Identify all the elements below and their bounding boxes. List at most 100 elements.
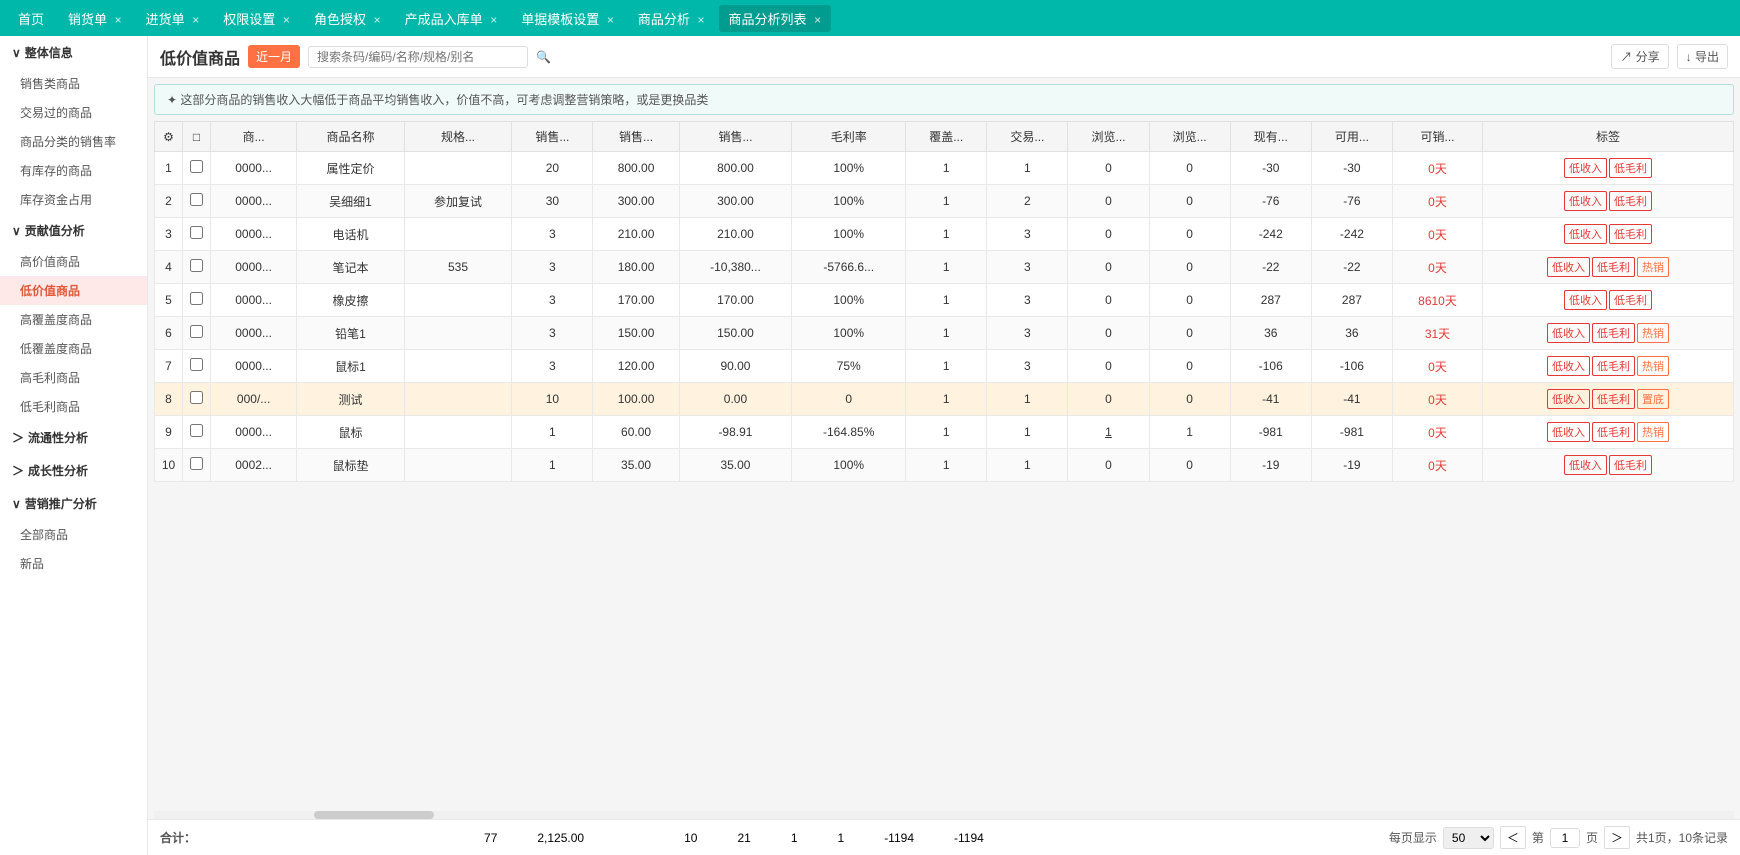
cell-browse1[interactable]: 0 [1068, 185, 1149, 218]
tag-低毛利: 低毛利 [1592, 356, 1635, 376]
close-product-inbound-icon[interactable]: × [490, 13, 497, 27]
cell-browse1[interactable]: 0 [1068, 152, 1149, 185]
cell-no: 5 [155, 284, 183, 317]
prev-page-button[interactable]: ＜ [1500, 826, 1526, 849]
nav-product-analysis[interactable]: 商品分析 × [628, 5, 715, 32]
sidebar-item-traded[interactable]: 交易过的商品 [0, 98, 147, 127]
cell-checkbox[interactable] [183, 317, 211, 350]
close-purchase-order-icon[interactable]: × [192, 13, 199, 27]
search-input[interactable] [308, 46, 528, 68]
browse-value: 0 [1105, 293, 1112, 307]
sidebar-item-sales-category[interactable]: 销售类商品 [0, 69, 147, 98]
cell-browse1[interactable]: 0 [1068, 317, 1149, 350]
sidebar-item-low-margin[interactable]: 低毛利商品 [0, 392, 147, 421]
sidebar-item-all-products[interactable]: 全部商品 [0, 520, 147, 549]
cell-checkbox[interactable] [183, 449, 211, 482]
cell-checkbox[interactable] [183, 251, 211, 284]
horizontal-scrollbar[interactable] [154, 811, 1734, 819]
nav-home[interactable]: 首页 [8, 5, 54, 32]
col-check-all[interactable]: □ [183, 122, 211, 152]
cell-checkbox[interactable] [183, 416, 211, 449]
cell-name: 鼠标垫 [297, 449, 405, 482]
scrollbar-thumb[interactable] [314, 811, 434, 819]
close-role-auth-icon[interactable]: × [374, 13, 381, 27]
cell-tags: 低收入低毛利热销 [1482, 350, 1733, 383]
filter-recent-month-button[interactable]: 近一月 [248, 45, 300, 68]
cell-spec: 535 [404, 251, 512, 284]
cell-days: 31天 [1393, 317, 1483, 350]
sidebar-section-liquidity[interactable]: ＞ 流通性分析 [0, 421, 147, 454]
cell-browse1[interactable]: 1 [1068, 416, 1149, 449]
browse-value: 0 [1105, 194, 1112, 208]
nav-product-analysis-list[interactable]: 商品分析列表 × [719, 5, 832, 32]
cell-checkbox[interactable] [183, 185, 211, 218]
cell-name: 吴细细1 [297, 185, 405, 218]
nav-template-settings[interactable]: 单据模板设置 × [511, 5, 624, 32]
table-row: 7 0000... 鼠标1 3 120.00 90.00 75% 1 3 0 0… [155, 350, 1734, 383]
nav-permissions[interactable]: 权限设置 × [213, 5, 300, 32]
sidebar-item-high-value[interactable]: 高价值商品 [0, 247, 147, 276]
close-permissions-icon[interactable]: × [283, 13, 290, 27]
cell-code: 0000... [211, 251, 297, 284]
tag-低毛利: 低毛利 [1609, 455, 1652, 475]
nav-product-inbound[interactable]: 产成品入库单 × [395, 5, 508, 32]
cell-s1: 3 [512, 284, 593, 317]
cell-no: 4 [155, 251, 183, 284]
cell-browse1[interactable]: 0 [1068, 284, 1149, 317]
cell-margin: 75% [792, 350, 906, 383]
sidebar-section-overall[interactable]: ∨ 整体信息 [0, 36, 147, 69]
sidebar-item-low-value[interactable]: 低价值商品 [0, 276, 147, 305]
search-icon[interactable]: 🔍 [536, 50, 551, 64]
sidebar-item-low-coverage[interactable]: 低覆盖度商品 [0, 334, 147, 363]
cell-browse1[interactable]: 0 [1068, 350, 1149, 383]
close-product-analysis-icon[interactable]: × [697, 13, 704, 27]
sidebar-item-in-stock[interactable]: 有库存的商品 [0, 156, 147, 185]
nav-purchase-order[interactable]: 进货单 × [136, 5, 210, 32]
browse-value: 0 [1105, 326, 1112, 340]
cell-days: 0天 [1393, 251, 1483, 284]
share-button[interactable]: ↗ 分享 [1611, 44, 1668, 69]
export-button[interactable]: ↓ 导出 [1677, 44, 1728, 69]
sidebar-item-new-products[interactable]: 新品 [0, 549, 147, 578]
page-number-input[interactable] [1550, 828, 1580, 848]
next-page-button[interactable]: ＞ [1604, 826, 1630, 849]
cell-browse1[interactable]: 0 [1068, 251, 1149, 284]
close-sales-order-icon[interactable]: × [115, 13, 122, 27]
sidebar-item-high-margin[interactable]: 高毛利商品 [0, 363, 147, 392]
cell-browse1[interactable]: 0 [1068, 383, 1149, 416]
cell-spec: 参加复试 [404, 185, 512, 218]
cell-stock1: -981 [1230, 416, 1311, 449]
close-template-settings-icon[interactable]: × [607, 13, 614, 27]
sidebar-item-category-sales-rate[interactable]: 商品分类的销售率 [0, 127, 147, 156]
cell-checkbox[interactable] [183, 284, 211, 317]
sidebar-item-high-coverage[interactable]: 高覆盖度商品 [0, 305, 147, 334]
cell-coverage: 1 [906, 284, 987, 317]
sidebar-section-marketing[interactable]: ∨ 营销推广分析 [0, 487, 147, 520]
sidebar-section-contribution[interactable]: ∨ 贡献值分析 [0, 214, 147, 247]
nav-role-auth[interactable]: 角色授权 × [304, 5, 391, 32]
cell-code: 000/... [211, 383, 297, 416]
cell-stock1: 36 [1230, 317, 1311, 350]
cell-stock1: -30 [1230, 152, 1311, 185]
nav-sales-order[interactable]: 销货单 × [58, 5, 132, 32]
browse-value[interactable]: 1 [1105, 425, 1112, 439]
sidebar-section-growth[interactable]: ＞ 成长性分析 [0, 454, 147, 487]
sidebar-section-marketing-label: 营销推广分析 [25, 495, 97, 512]
cell-checkbox[interactable] [183, 152, 211, 185]
cell-checkbox[interactable] [183, 350, 211, 383]
cell-checkbox[interactable] [183, 218, 211, 251]
per-page-select[interactable]: 50 100 [1443, 827, 1494, 849]
cell-browse1[interactable]: 0 [1068, 449, 1149, 482]
table-wrapper[interactable]: ⚙ □ 商... 商品名称 规格... 销售... 销售... 销售... 毛利… [154, 121, 1734, 811]
cell-name: 电话机 [297, 218, 405, 251]
col-setting[interactable]: ⚙ [155, 122, 183, 152]
cell-checkbox[interactable] [183, 383, 211, 416]
cell-browse2: 0 [1149, 251, 1230, 284]
cell-s2: 100.00 [593, 383, 679, 416]
cell-browse2: 0 [1149, 449, 1230, 482]
cell-browse1[interactable]: 0 [1068, 218, 1149, 251]
cell-stock1: 287 [1230, 284, 1311, 317]
cell-days: 8610天 [1393, 284, 1483, 317]
close-product-analysis-list-icon[interactable]: × [814, 13, 821, 27]
sidebar-item-stock-capital[interactable]: 库存资金占用 [0, 185, 147, 214]
